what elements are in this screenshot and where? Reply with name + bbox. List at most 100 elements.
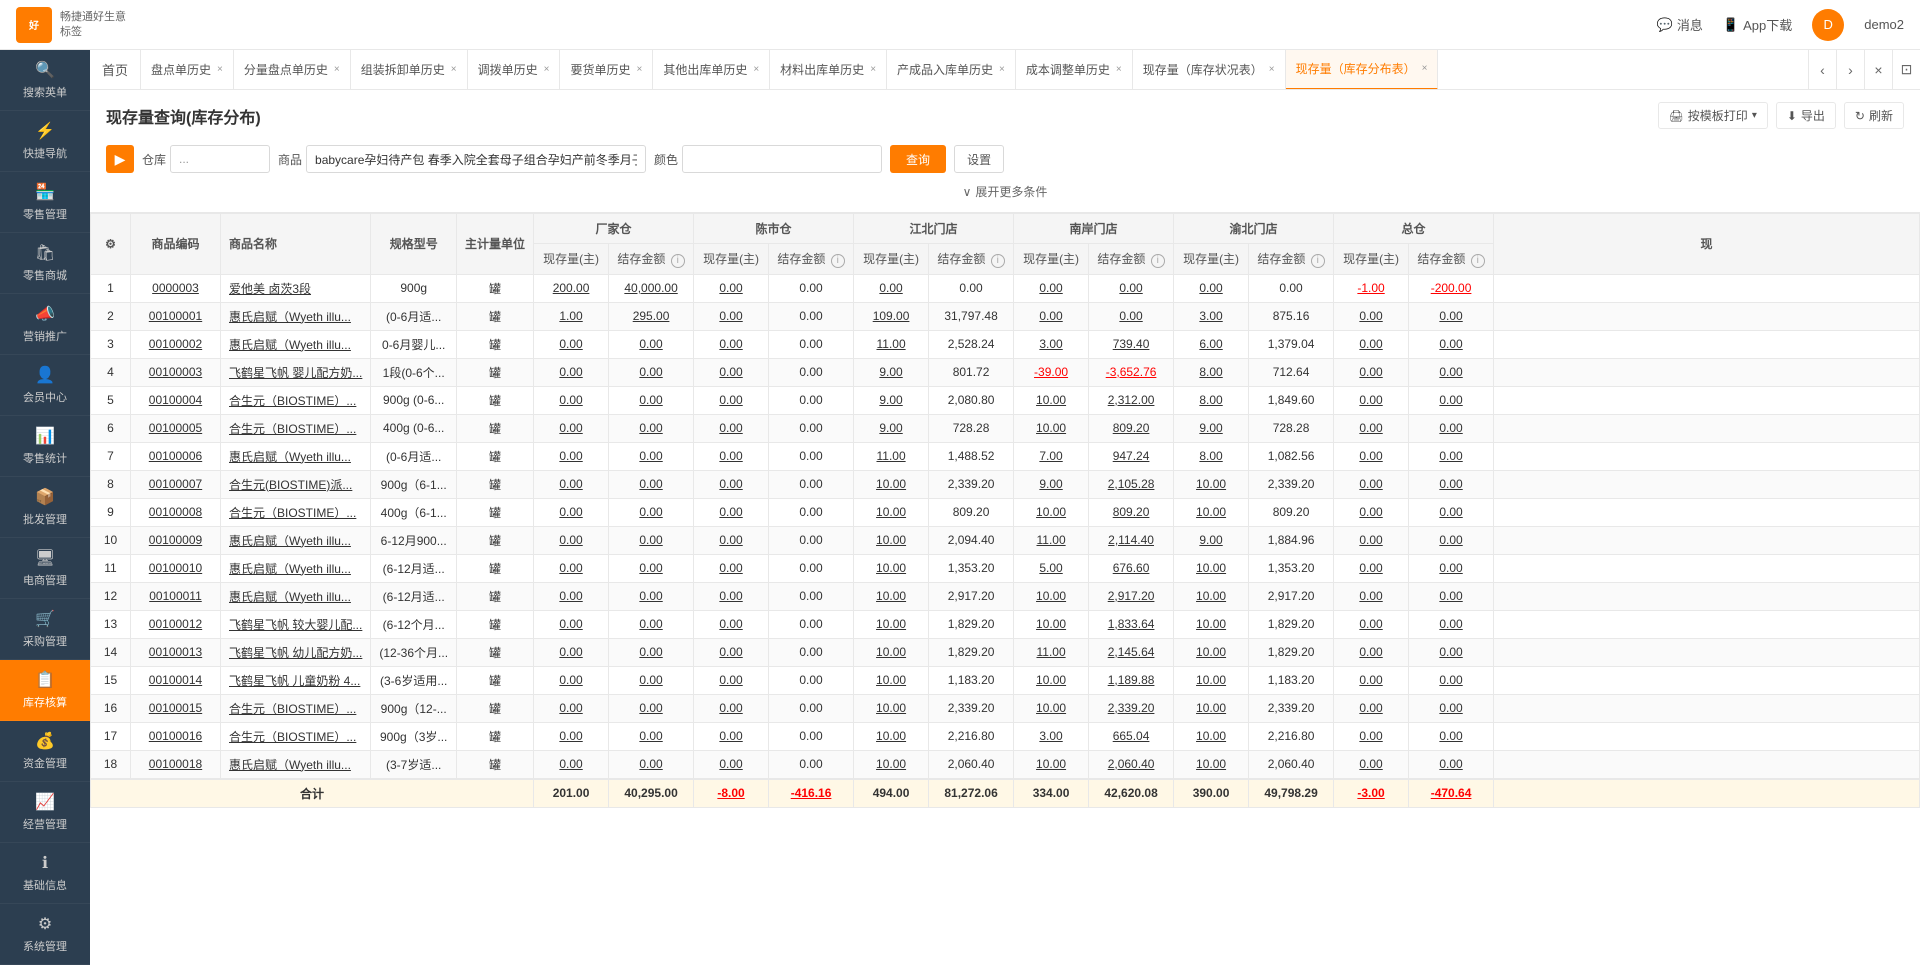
cell-jiangbei-stock[interactable]: 10.00 <box>854 582 929 610</box>
cell-jiangbei-stock[interactable]: 9.00 <box>854 386 929 414</box>
cell-chenshi-stock[interactable]: 0.00 <box>694 554 769 582</box>
cell-factory-balance[interactable]: 0.00 <box>609 582 694 610</box>
nav-next-btn[interactable]: › <box>1836 50 1864 90</box>
nav-close-btn[interactable]: × <box>1864 50 1892 90</box>
cell-total-stock[interactable]: 0.00 <box>1334 358 1409 386</box>
cell-jiangbei-stock[interactable]: 109.00 <box>854 302 929 330</box>
nav-tab-close-inventory_single[interactable]: × <box>217 64 223 75</box>
cell-name[interactable]: 惠氏启赋（Wyeth illu... <box>221 582 371 610</box>
cell-nanan-stock[interactable]: 10.00 <box>1014 498 1089 526</box>
sidebar-item-finance[interactable]: 💰资金管理 <box>0 721 90 782</box>
cell-factory-balance[interactable]: 0.00 <box>609 358 694 386</box>
table-wrapper[interactable]: ⚙ 商品编码 商品名称 规格型号 主计量单位 厂家仓 陈市仓 江北门店 南岸门店… <box>90 213 1920 965</box>
export-btn[interactable]: ⬇ 导出 <box>1776 102 1836 129</box>
cell-total-stock[interactable]: 0.00 <box>1334 442 1409 470</box>
cell-factory-balance[interactable]: 0.00 <box>609 498 694 526</box>
cell-code[interactable]: 00100003 <box>131 358 221 386</box>
nav-tab-sales_order[interactable]: 要货单历史× <box>560 50 653 90</box>
cell-name[interactable]: 合生元（BIOSTIME）... <box>221 498 371 526</box>
cell-yubeimen-stock[interactable]: 10.00 <box>1174 582 1249 610</box>
cell-chenshi-stock[interactable]: 0.00 <box>694 442 769 470</box>
cell-yubeimen-stock[interactable]: 3.00 <box>1174 302 1249 330</box>
cell-total-stock[interactable]: 0.00 <box>1334 694 1409 722</box>
cell-nanan-stock[interactable]: 7.00 <box>1014 442 1089 470</box>
cell-factory-stock[interactable]: 0.00 <box>534 330 609 358</box>
cell-factory-balance[interactable]: 295.00 <box>609 302 694 330</box>
sidebar-item-ecommerce[interactable]: 🖥电商管理 <box>0 538 90 599</box>
cell-factory-stock[interactable]: 0.00 <box>534 386 609 414</box>
cell-nanan-stock[interactable]: 10.00 <box>1014 610 1089 638</box>
cell-yubeimen-stock[interactable]: 0.00 <box>1174 274 1249 302</box>
cell-chenshi-stock[interactable]: 0.00 <box>694 302 769 330</box>
nav-prev-btn[interactable]: ‹ <box>1808 50 1836 90</box>
cell-code[interactable]: 00100006 <box>131 442 221 470</box>
cell-name[interactable]: 爱他美 卤茨3段 <box>221 274 371 302</box>
cell-total-stock[interactable]: 0.00 <box>1334 638 1409 666</box>
cell-code[interactable]: 00100001 <box>131 302 221 330</box>
cell-total-stock[interactable]: 0.00 <box>1334 610 1409 638</box>
nav-tab-close-transfer[interactable]: × <box>544 64 550 75</box>
cell-yubeimen-stock[interactable]: 9.00 <box>1174 414 1249 442</box>
nav-tab-inventory_point[interactable]: 分量盘点单历史× <box>234 50 351 90</box>
cell-code[interactable]: 00100002 <box>131 330 221 358</box>
cell-jiangbei-stock[interactable]: 10.00 <box>854 610 929 638</box>
user-name[interactable]: demo2 <box>1864 17 1904 32</box>
cell-total-stock[interactable]: -1.00 <box>1334 274 1409 302</box>
cell-chenshi-stock[interactable]: 0.00 <box>694 330 769 358</box>
cell-factory-stock[interactable]: 1.00 <box>534 302 609 330</box>
sidebar-item-basic[interactable]: ℹ基础信息 <box>0 843 90 904</box>
nav-tab-cost_adjust[interactable]: 成本调整单历史× <box>1016 50 1133 90</box>
cell-yubeimen-stock[interactable]: 10.00 <box>1174 610 1249 638</box>
cell-yubeimen-stock[interactable]: 8.00 <box>1174 386 1249 414</box>
cell-factory-balance[interactable]: 0.00 <box>609 386 694 414</box>
cell-code[interactable]: 00100008 <box>131 498 221 526</box>
cell-total-stock[interactable]: 0.00 <box>1334 554 1409 582</box>
cell-chenshi-stock[interactable]: 0.00 <box>694 722 769 750</box>
message-btn[interactable]: 💬 消息 <box>1657 15 1703 34</box>
cell-factory-balance[interactable]: 0.00 <box>609 722 694 750</box>
cell-factory-stock[interactable]: 200.00 <box>534 274 609 302</box>
cell-chenshi-stock[interactable]: 0.00 <box>694 274 769 302</box>
cell-code[interactable]: 00100005 <box>131 414 221 442</box>
cell-total-stock[interactable]: 0.00 <box>1334 414 1409 442</box>
cell-factory-stock[interactable]: 0.00 <box>534 442 609 470</box>
settings-icon[interactable]: ⚙ <box>101 234 121 254</box>
nav-tab-material_out[interactable]: 材料出库单历史× <box>770 50 887 90</box>
nav-tab-inventory_single[interactable]: 盘点单历史× <box>141 50 234 90</box>
cell-name[interactable]: 合生元（BIOSTIME）... <box>221 694 371 722</box>
cell-jiangbei-stock[interactable]: 10.00 <box>854 722 929 750</box>
cell-factory-stock[interactable]: 0.00 <box>534 414 609 442</box>
cell-factory-stock[interactable]: 0.00 <box>534 526 609 554</box>
cell-factory-stock[interactable]: 0.00 <box>534 610 609 638</box>
cell-jiangbei-stock[interactable]: 10.00 <box>854 750 929 779</box>
nav-tab-transfer[interactable]: 调拨单历史× <box>468 50 561 90</box>
cell-code[interactable]: 00100007 <box>131 470 221 498</box>
cell-chenshi-stock[interactable]: 0.00 <box>694 526 769 554</box>
cell-total-stock[interactable]: 0.00 <box>1334 302 1409 330</box>
cell-factory-balance[interactable]: 0.00 <box>609 638 694 666</box>
cell-yubeimen-stock[interactable]: 10.00 <box>1174 470 1249 498</box>
cell-nanan-stock[interactable]: 10.00 <box>1014 694 1089 722</box>
sidebar-item-wholesale[interactable]: 📦批发管理 <box>0 477 90 538</box>
cell-total-stock[interactable]: 0.00 <box>1334 330 1409 358</box>
cell-name[interactable]: 飞鹤星飞帆 儿童奶粉 4... <box>221 666 371 694</box>
cell-code[interactable]: 00100004 <box>131 386 221 414</box>
nav-tab-close-other_out[interactable]: × <box>753 64 759 75</box>
cell-name[interactable]: 惠氏启赋（Wyeth illu... <box>221 750 371 779</box>
cell-name[interactable]: 合生元(BIOSTIME)派... <box>221 470 371 498</box>
cell-chenshi-stock[interactable]: 0.00 <box>694 498 769 526</box>
cell-factory-stock[interactable]: 0.00 <box>534 470 609 498</box>
query-btn[interactable]: 查询 <box>890 145 946 173</box>
expand-more-btn[interactable]: ∨ 展开更多条件 <box>963 183 1048 200</box>
sidebar-item-inventory[interactable]: 📋库存核算 <box>0 660 90 721</box>
cell-name[interactable]: 合生元（BIOSTIME）... <box>221 414 371 442</box>
cell-jiangbei-stock[interactable]: 10.00 <box>854 470 929 498</box>
cell-code[interactable]: 0000003 <box>131 274 221 302</box>
cell-factory-balance[interactable]: 0.00 <box>609 330 694 358</box>
info-icon[interactable]: i <box>671 254 685 268</box>
info-icon-2[interactable]: i <box>831 254 845 268</box>
cell-chenshi-stock[interactable]: 0.00 <box>694 610 769 638</box>
cell-nanan-stock[interactable]: 10.00 <box>1014 750 1089 779</box>
cell-yubeimen-stock[interactable]: 10.00 <box>1174 554 1249 582</box>
cell-name[interactable]: 合生元（BIOSTIME）... <box>221 386 371 414</box>
